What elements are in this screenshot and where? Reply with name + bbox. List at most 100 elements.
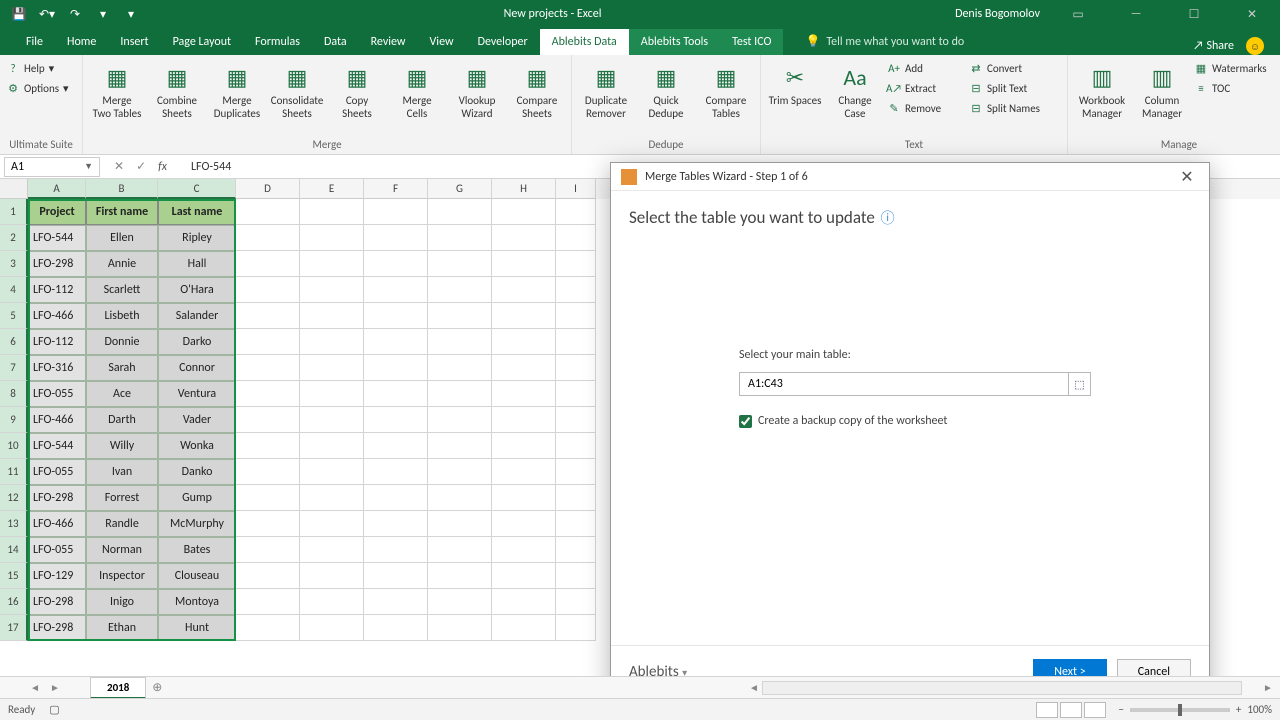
cell[interactable]	[364, 277, 428, 303]
workbook-manager-button[interactable]: ▥Workbook Manager	[1074, 57, 1130, 120]
cell[interactable]	[428, 615, 492, 641]
col-header-H[interactable]: H	[492, 179, 556, 199]
cell[interactable]	[300, 537, 364, 563]
cell[interactable]: Bates	[158, 537, 236, 563]
watermarks-button[interactable]: ▦Watermarks	[1194, 61, 1280, 75]
merge-btn-0[interactable]: ▦MergeTwo Tables	[89, 57, 145, 120]
cell[interactable]: Ivan	[86, 459, 158, 485]
hscroll-left-icon[interactable]: ◄	[746, 681, 762, 694]
cell[interactable]	[364, 199, 428, 225]
tab-test-ico[interactable]: Test ICO	[720, 29, 783, 55]
col-header-I[interactable]: I	[556, 179, 596, 199]
cell[interactable]: Ethan	[86, 615, 158, 641]
cell[interactable]	[428, 433, 492, 459]
cell[interactable]	[556, 251, 596, 277]
zoom-slider[interactable]	[1130, 708, 1230, 712]
cell[interactable]	[364, 537, 428, 563]
feedback-icon[interactable]: ☺	[1246, 37, 1264, 55]
cell[interactable]	[364, 225, 428, 251]
name-box[interactable]: A1▼	[4, 157, 100, 177]
cell[interactable]	[364, 329, 428, 355]
cell[interactable]: LFO-055	[28, 381, 86, 407]
cell[interactable]	[556, 433, 596, 459]
cell[interactable]: Clouseau	[158, 563, 236, 589]
cell[interactable]	[236, 329, 300, 355]
cell[interactable]	[556, 199, 596, 225]
qat-more-icon[interactable]: ▾	[92, 3, 114, 25]
sheet-next-icon[interactable]: ►	[50, 681, 60, 694]
cell[interactable]: Ventura	[158, 381, 236, 407]
cell[interactable]	[236, 225, 300, 251]
cell[interactable]: First name	[86, 199, 158, 225]
cell[interactable]	[556, 329, 596, 355]
merge-btn-7[interactable]: ▦CompareSheets	[509, 57, 565, 120]
dedupe-btn-1[interactable]: ▦QuickDedupe	[638, 57, 694, 120]
cell[interactable]	[556, 459, 596, 485]
cell[interactable]: Last name	[158, 199, 236, 225]
tab-data[interactable]: Data	[312, 29, 359, 55]
merge-btn-1[interactable]: ▦CombineSheets	[149, 57, 205, 120]
cell[interactable]: LFO-112	[28, 277, 86, 303]
toc-button[interactable]: ≡TOC	[1194, 81, 1280, 95]
cancel-edit-icon[interactable]: ✕	[114, 159, 124, 174]
cell[interactable]	[236, 407, 300, 433]
cell[interactable]	[492, 563, 556, 589]
cell[interactable]: LFO-298	[28, 589, 86, 615]
cell[interactable]: Scarlett	[86, 277, 158, 303]
cell[interactable]	[300, 355, 364, 381]
cell[interactable]	[236, 277, 300, 303]
cell[interactable]: LFO-055	[28, 537, 86, 563]
fx-icon[interactable]: fx	[158, 160, 167, 174]
cell[interactable]	[492, 589, 556, 615]
row-header[interactable]: 14	[0, 537, 28, 563]
merge-btn-5[interactable]: ▦MergeCells	[389, 57, 445, 120]
cell[interactable]	[236, 589, 300, 615]
cell[interactable]	[492, 537, 556, 563]
cell[interactable]: Inspector	[86, 563, 158, 589]
view-page-layout-icon[interactable]	[1060, 702, 1082, 718]
maximize-icon[interactable]: ☐	[1174, 7, 1214, 22]
cell[interactable]	[236, 199, 300, 225]
qat-customize-icon[interactable]: ▾	[120, 3, 142, 25]
cell[interactable]	[556, 355, 596, 381]
col-header-C[interactable]: C	[158, 179, 236, 199]
add-text-button[interactable]: A+Add	[887, 61, 965, 75]
col-header-G[interactable]: G	[428, 179, 492, 199]
cell[interactable]	[556, 615, 596, 641]
zoom-out-icon[interactable]: −	[1118, 703, 1123, 716]
cell[interactable]: O'Hara	[158, 277, 236, 303]
zoom-level[interactable]: 100%	[1247, 703, 1272, 716]
cell[interactable]	[300, 303, 364, 329]
cell[interactable]	[300, 563, 364, 589]
hscroll-right-icon[interactable]: ►	[1260, 681, 1276, 694]
cell[interactable]	[428, 199, 492, 225]
cell[interactable]: Darth	[86, 407, 158, 433]
options-button[interactable]: ⚙Options ▾	[6, 81, 76, 95]
cell[interactable]: LFO-298	[28, 485, 86, 511]
range-picker-icon[interactable]: ⬚	[1069, 372, 1091, 396]
main-table-input[interactable]	[739, 372, 1069, 396]
ribbon-options-icon[interactable]: ▭	[1058, 7, 1098, 22]
cell[interactable]	[428, 303, 492, 329]
cell[interactable]	[300, 615, 364, 641]
split-text-button[interactable]: ⊟Split Text	[969, 81, 1061, 95]
cell[interactable]	[428, 511, 492, 537]
merge-btn-4[interactable]: ▦CopySheets	[329, 57, 385, 120]
cell[interactable]	[492, 251, 556, 277]
row-header[interactable]: 7	[0, 355, 28, 381]
remove-text-button[interactable]: ✎Remove	[887, 101, 965, 115]
cell[interactable]	[492, 225, 556, 251]
cell[interactable]	[556, 563, 596, 589]
tab-view[interactable]: View	[418, 29, 466, 55]
col-header-E[interactable]: E	[300, 179, 364, 199]
cell[interactable]: Hunt	[158, 615, 236, 641]
cell[interactable]: LFO-466	[28, 407, 86, 433]
cell[interactable]	[428, 537, 492, 563]
row-header[interactable]: 1	[0, 199, 28, 225]
cell[interactable]	[236, 459, 300, 485]
change-case-button[interactable]: AaChange Case	[827, 57, 883, 120]
minimize-icon[interactable]: —	[1116, 7, 1156, 21]
tab-ablebits-tools[interactable]: Ablebits Tools	[629, 29, 720, 55]
cell[interactable]	[492, 303, 556, 329]
help-button[interactable]: ?Help ▾	[6, 61, 76, 75]
